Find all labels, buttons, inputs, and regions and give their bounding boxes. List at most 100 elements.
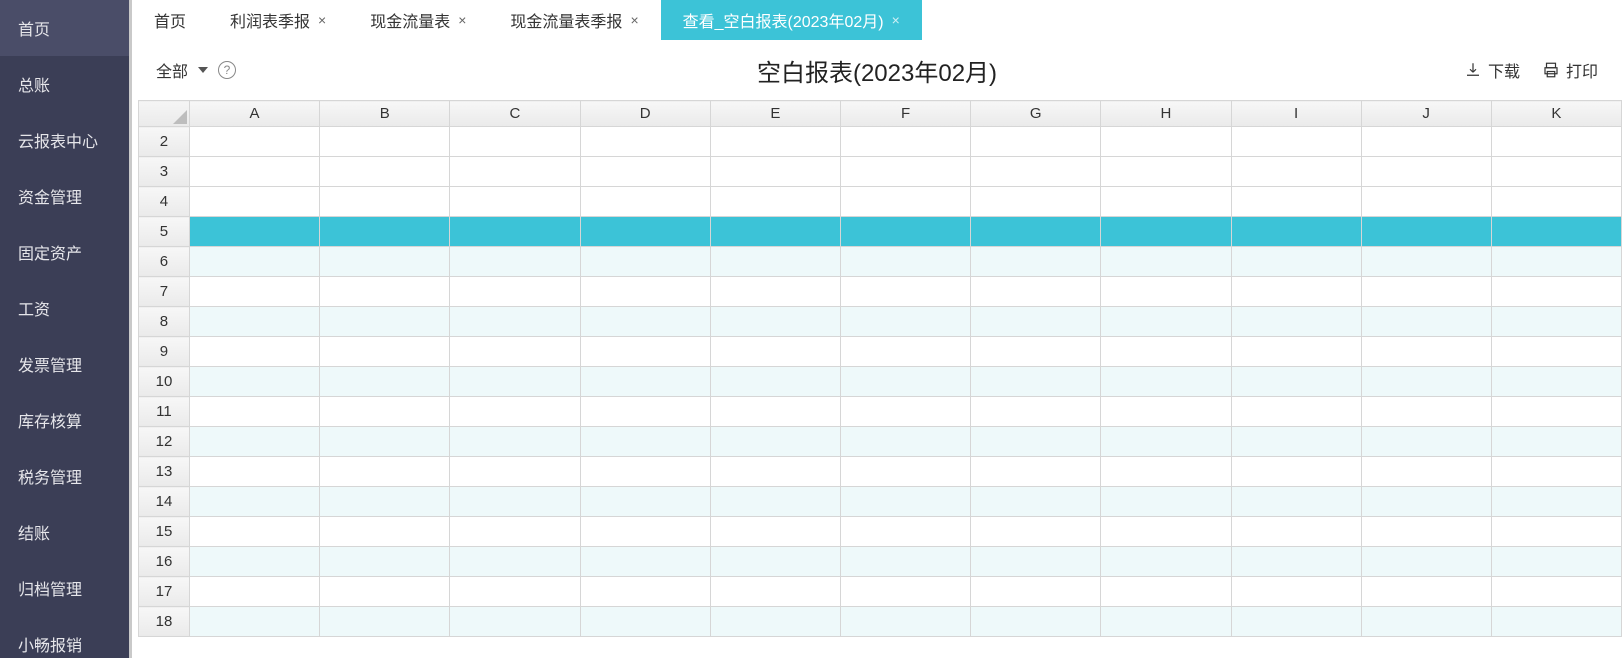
- cell-A16[interactable]: [189, 547, 319, 577]
- cell-B17[interactable]: [320, 577, 450, 607]
- cell-A8[interactable]: [189, 307, 319, 337]
- cell-C18[interactable]: [450, 607, 580, 637]
- cell-D2[interactable]: [580, 127, 710, 157]
- cell-E3[interactable]: [710, 157, 840, 187]
- cell-B13[interactable]: [320, 457, 450, 487]
- cell-G8[interactable]: [971, 307, 1101, 337]
- cell-I3[interactable]: [1231, 157, 1361, 187]
- cell-E16[interactable]: [710, 547, 840, 577]
- column-header-G[interactable]: G: [971, 101, 1101, 127]
- cell-G2[interactable]: [971, 127, 1101, 157]
- download-button[interactable]: 下载: [1464, 58, 1520, 82]
- tab-4[interactable]: 查看_空白报表(2023年02月)×: [661, 0, 922, 40]
- row-header-17[interactable]: 17: [139, 577, 190, 607]
- cell-J5[interactable]: [1361, 217, 1491, 247]
- cell-F3[interactable]: [840, 157, 970, 187]
- cell-G16[interactable]: [971, 547, 1101, 577]
- cell-C14[interactable]: [450, 487, 580, 517]
- cell-A15[interactable]: [189, 517, 319, 547]
- cell-A2[interactable]: [189, 127, 319, 157]
- sidebar-item-2[interactable]: 云报表中心: [0, 112, 129, 168]
- sidebar-item-11[interactable]: 小畅报销: [0, 616, 129, 658]
- row-header-8[interactable]: 8: [139, 307, 190, 337]
- cell-C13[interactable]: [450, 457, 580, 487]
- cell-C15[interactable]: [450, 517, 580, 547]
- cell-I17[interactable]: [1231, 577, 1361, 607]
- cell-K15[interactable]: [1491, 517, 1621, 547]
- row-header-16[interactable]: 16: [139, 547, 190, 577]
- cell-J17[interactable]: [1361, 577, 1491, 607]
- cell-B2[interactable]: [320, 127, 450, 157]
- cell-G15[interactable]: [971, 517, 1101, 547]
- column-header-C[interactable]: C: [450, 101, 580, 127]
- row-header-10[interactable]: 10: [139, 367, 190, 397]
- column-header-J[interactable]: J: [1361, 101, 1491, 127]
- cell-J15[interactable]: [1361, 517, 1491, 547]
- cell-K16[interactable]: [1491, 547, 1621, 577]
- cell-E6[interactable]: [710, 247, 840, 277]
- cell-C17[interactable]: [450, 577, 580, 607]
- cell-J7[interactable]: [1361, 277, 1491, 307]
- cell-B7[interactable]: [320, 277, 450, 307]
- cell-E8[interactable]: [710, 307, 840, 337]
- cell-G18[interactable]: [971, 607, 1101, 637]
- cell-C6[interactable]: [450, 247, 580, 277]
- tab-1[interactable]: 利润表季报×: [208, 0, 348, 40]
- cell-C3[interactable]: [450, 157, 580, 187]
- cell-D4[interactable]: [580, 187, 710, 217]
- cell-A4[interactable]: [189, 187, 319, 217]
- cell-E5[interactable]: [710, 217, 840, 247]
- cell-A9[interactable]: [189, 337, 319, 367]
- cell-D12[interactable]: [580, 427, 710, 457]
- cell-G14[interactable]: [971, 487, 1101, 517]
- cell-E15[interactable]: [710, 517, 840, 547]
- cell-G6[interactable]: [971, 247, 1101, 277]
- cell-A3[interactable]: [189, 157, 319, 187]
- column-header-F[interactable]: F: [840, 101, 970, 127]
- cell-D9[interactable]: [580, 337, 710, 367]
- sidebar-item-3[interactable]: 资金管理: [0, 168, 129, 224]
- cell-C12[interactable]: [450, 427, 580, 457]
- cell-H18[interactable]: [1101, 607, 1231, 637]
- cell-F12[interactable]: [840, 427, 970, 457]
- cell-G7[interactable]: [971, 277, 1101, 307]
- cell-H6[interactable]: [1101, 247, 1231, 277]
- cell-J3[interactable]: [1361, 157, 1491, 187]
- filter-dropdown[interactable]: 全部 ?: [156, 58, 236, 82]
- cell-F17[interactable]: [840, 577, 970, 607]
- cell-I15[interactable]: [1231, 517, 1361, 547]
- print-button[interactable]: 打印: [1542, 58, 1598, 82]
- cell-D16[interactable]: [580, 547, 710, 577]
- cell-A11[interactable]: [189, 397, 319, 427]
- row-header-7[interactable]: 7: [139, 277, 190, 307]
- cell-F6[interactable]: [840, 247, 970, 277]
- cell-E13[interactable]: [710, 457, 840, 487]
- tab-3[interactable]: 现金流量表季报×: [488, 0, 660, 40]
- cell-E10[interactable]: [710, 367, 840, 397]
- cell-A5[interactable]: [189, 217, 319, 247]
- row-header-12[interactable]: 12: [139, 427, 190, 457]
- cell-H16[interactable]: [1101, 547, 1231, 577]
- cell-G10[interactable]: [971, 367, 1101, 397]
- cell-D8[interactable]: [580, 307, 710, 337]
- cell-E17[interactable]: [710, 577, 840, 607]
- cell-E14[interactable]: [710, 487, 840, 517]
- cell-G13[interactable]: [971, 457, 1101, 487]
- cell-A7[interactable]: [189, 277, 319, 307]
- row-header-9[interactable]: 9: [139, 337, 190, 367]
- cell-D18[interactable]: [580, 607, 710, 637]
- cell-E12[interactable]: [710, 427, 840, 457]
- cell-K14[interactable]: [1491, 487, 1621, 517]
- cell-I14[interactable]: [1231, 487, 1361, 517]
- row-header-3[interactable]: 3: [139, 157, 190, 187]
- cell-J8[interactable]: [1361, 307, 1491, 337]
- cell-A17[interactable]: [189, 577, 319, 607]
- cell-K3[interactable]: [1491, 157, 1621, 187]
- cell-G12[interactable]: [971, 427, 1101, 457]
- cell-F14[interactable]: [840, 487, 970, 517]
- cell-K2[interactable]: [1491, 127, 1621, 157]
- cell-B8[interactable]: [320, 307, 450, 337]
- cell-H9[interactable]: [1101, 337, 1231, 367]
- cell-E18[interactable]: [710, 607, 840, 637]
- cell-D10[interactable]: [580, 367, 710, 397]
